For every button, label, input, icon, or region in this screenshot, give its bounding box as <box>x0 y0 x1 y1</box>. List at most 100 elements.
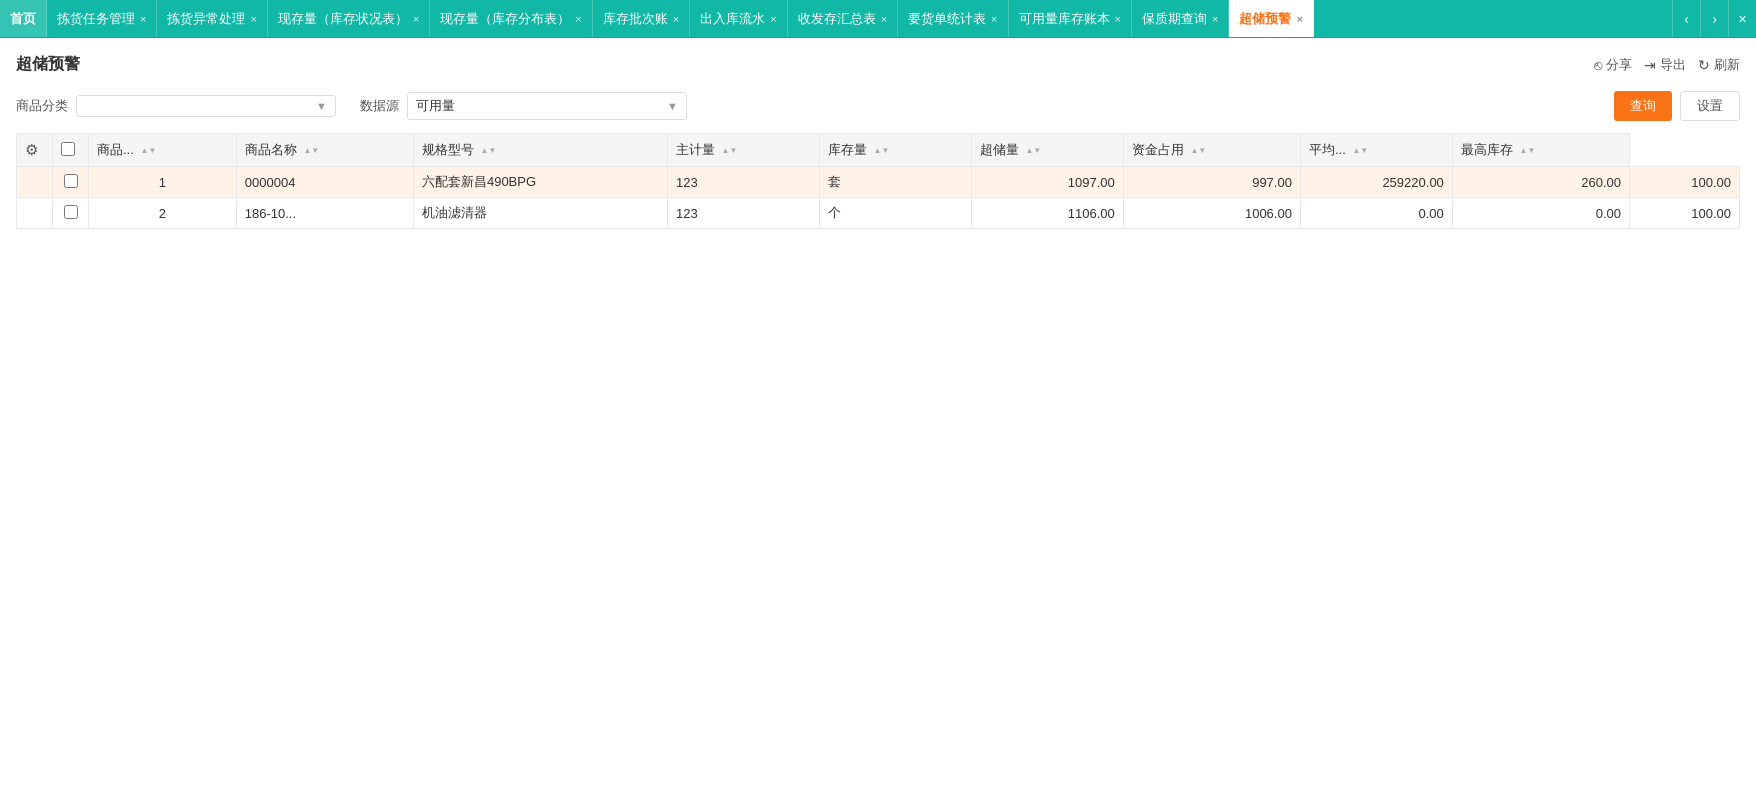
nav-item-3[interactable]: 现存量（库存分布表） × <box>430 0 592 37</box>
nav-item-1[interactable]: 拣货异常处理 × <box>157 0 267 37</box>
nav-home-label: 首页 <box>10 10 36 28</box>
nav-close-7[interactable]: × <box>991 13 997 25</box>
datasource-chevron-icon: ▼ <box>667 100 678 112</box>
nav-item-2[interactable]: 现存量（库存状况表） × <box>268 0 430 37</box>
td-row-action-0 <box>17 167 53 198</box>
settings-button[interactable]: 设置 <box>1680 91 1740 121</box>
nav-item-5[interactable]: 出入库流水 × <box>690 0 787 37</box>
nav-item-7[interactable]: 要货单统计表 × <box>898 0 1008 37</box>
nav-close-5[interactable]: × <box>770 13 776 25</box>
nav-label-9: 保质期查询 <box>1142 10 1207 28</box>
row-checkbox-0[interactable] <box>64 174 78 188</box>
td-capital-0: 259220.00 <box>1300 167 1452 198</box>
nav-item-10[interactable]: 超储预警 × <box>1229 0 1313 37</box>
td-code-0: 0000004 <box>236 167 413 198</box>
nav-item-9[interactable]: 保质期查询 × <box>1132 0 1229 37</box>
th-capital: 资金占用 ▲▼ <box>1123 134 1300 167</box>
sort-name-icon[interactable]: ▲▼ <box>303 147 319 155</box>
nav-close-4[interactable]: × <box>673 13 679 25</box>
nav-close-1[interactable]: × <box>250 13 256 25</box>
nav-item-4[interactable]: 库存批次账 × <box>593 0 690 37</box>
td-spec-0: 123 <box>667 167 819 198</box>
table-row: 2 186-10... 机油滤清器 123 个 1106.00 1006.00 … <box>17 198 1740 229</box>
table-header: ⚙ 商品... ▲▼ 商品名称 ▲▼ 规格型号 ▲▼ 主计 <box>17 134 1740 167</box>
th-settings: ⚙ <box>17 134 53 167</box>
nav-item-0[interactable]: 拣货任务管理 × <box>47 0 157 37</box>
td-name-1: 机油滤清器 <box>413 198 667 229</box>
sort-unit-icon[interactable]: ▲▼ <box>722 147 738 155</box>
td-capital-1: 0.00 <box>1300 198 1452 229</box>
th-unit: 主计量 ▲▼ <box>667 134 819 167</box>
nav-label-4: 库存批次账 <box>603 10 668 28</box>
datasource-filter-group: 数据源 可用量 ▼ <box>360 92 687 120</box>
td-maxstock-1: 100.00 <box>1629 198 1739 229</box>
nav-next-arrow[interactable]: › <box>1700 0 1728 37</box>
nav-close-0[interactable]: × <box>140 13 146 25</box>
nav-label-1: 拣货异常处理 <box>167 10 245 28</box>
share-button[interactable]: ⎋ 分享 <box>1594 56 1632 74</box>
sort-maxstock-icon[interactable]: ▲▼ <box>1519 147 1535 155</box>
nav-label-3: 现存量（库存分布表） <box>440 10 570 28</box>
td-unit-0: 套 <box>819 167 971 198</box>
sort-spec-icon[interactable]: ▲▼ <box>481 147 497 155</box>
share-label: 分享 <box>1606 56 1632 74</box>
nav-item-8[interactable]: 可用量库存账本 × <box>1009 0 1132 37</box>
category-select[interactable]: ▼ <box>76 95 336 117</box>
nav-prev-arrow[interactable]: ‹ <box>1672 0 1700 37</box>
td-spec-1: 123 <box>667 198 819 229</box>
th-stock: 库存量 ▲▼ <box>819 134 971 167</box>
category-filter-group: 商品分类 ▼ <box>16 95 336 117</box>
th-maxstock: 最高库存 ▲▼ <box>1452 134 1629 167</box>
datasource-select[interactable]: 可用量 ▼ <box>407 92 687 120</box>
nav-home[interactable]: 首页 <box>0 0 47 37</box>
td-unit-1: 个 <box>819 198 971 229</box>
query-button[interactable]: 查询 <box>1614 91 1672 121</box>
export-icon: ⇥ <box>1644 57 1656 73</box>
refresh-icon: ↻ <box>1698 57 1710 73</box>
nav-item-6[interactable]: 收发存汇总表 × <box>788 0 898 37</box>
row-checkbox-1[interactable] <box>64 205 78 219</box>
td-stock-1: 1106.00 <box>971 198 1123 229</box>
sort-avg-icon[interactable]: ▲▼ <box>1352 147 1368 155</box>
nav-close-8[interactable]: × <box>1115 13 1121 25</box>
filter-buttons: 查询 设置 <box>1614 91 1740 121</box>
td-name-0: 六配套新昌490BPG <box>413 167 667 198</box>
nav-close-3[interactable]: × <box>575 13 581 25</box>
td-checkbox-1 <box>53 198 89 229</box>
table-body: 1 0000004 六配套新昌490BPG 123 套 1097.00 997.… <box>17 167 1740 229</box>
th-name-label: 商品名称 <box>245 142 297 157</box>
sort-overstock-icon[interactable]: ▲▼ <box>1025 147 1041 155</box>
th-spec: 规格型号 ▲▼ <box>413 134 667 167</box>
nav-label-6: 收发存汇总表 <box>798 10 876 28</box>
page-container: 超储预警 ⎋ 分享 ⇥ 导出 ↻ 刷新 商品分类 ▼ 数据源 <box>0 38 1756 800</box>
settings-gear-icon[interactable]: ⚙ <box>25 141 38 158</box>
top-nav: 首页 拣货任务管理 × 拣货异常处理 × 现存量（库存状况表） × 现存量（库存… <box>0 0 1756 38</box>
export-label: 导出 <box>1660 56 1686 74</box>
td-code-1: 186-10... <box>236 198 413 229</box>
category-label: 商品分类 <box>16 97 68 115</box>
header-actions: ⎋ 分享 ⇥ 导出 ↻ 刷新 <box>1594 56 1740 74</box>
sort-stock-icon[interactable]: ▲▼ <box>874 147 890 155</box>
th-maxstock-label: 最高库存 <box>1461 142 1513 157</box>
nav-close-all[interactable]: × <box>1728 0 1756 37</box>
th-spec-label: 规格型号 <box>422 142 474 157</box>
td-checkbox-0 <box>53 167 89 198</box>
sort-capital-icon[interactable]: ▲▼ <box>1190 147 1206 155</box>
th-overstock-label: 超储量 <box>980 142 1019 157</box>
nav-label-2: 现存量（库存状况表） <box>278 10 408 28</box>
refresh-button[interactable]: ↻ 刷新 <box>1698 56 1740 74</box>
export-button[interactable]: ⇥ 导出 <box>1644 56 1686 74</box>
select-all-checkbox[interactable] <box>61 142 75 156</box>
nav-close-9[interactable]: × <box>1212 13 1218 25</box>
td-num-0: 1 <box>89 167 237 198</box>
nav-label-0: 拣货任务管理 <box>57 10 135 28</box>
sort-code-icon[interactable]: ▲▼ <box>140 147 156 155</box>
td-maxstock-0: 100.00 <box>1629 167 1739 198</box>
nav-close-6[interactable]: × <box>881 13 887 25</box>
th-unit-label: 主计量 <box>676 142 715 157</box>
nav-close-2[interactable]: × <box>413 13 419 25</box>
category-chevron-icon: ▼ <box>316 100 327 112</box>
nav-close-10[interactable]: × <box>1296 13 1302 25</box>
th-avg-label: 平均... <box>1309 142 1346 157</box>
td-overstock-1: 1006.00 <box>1123 198 1300 229</box>
